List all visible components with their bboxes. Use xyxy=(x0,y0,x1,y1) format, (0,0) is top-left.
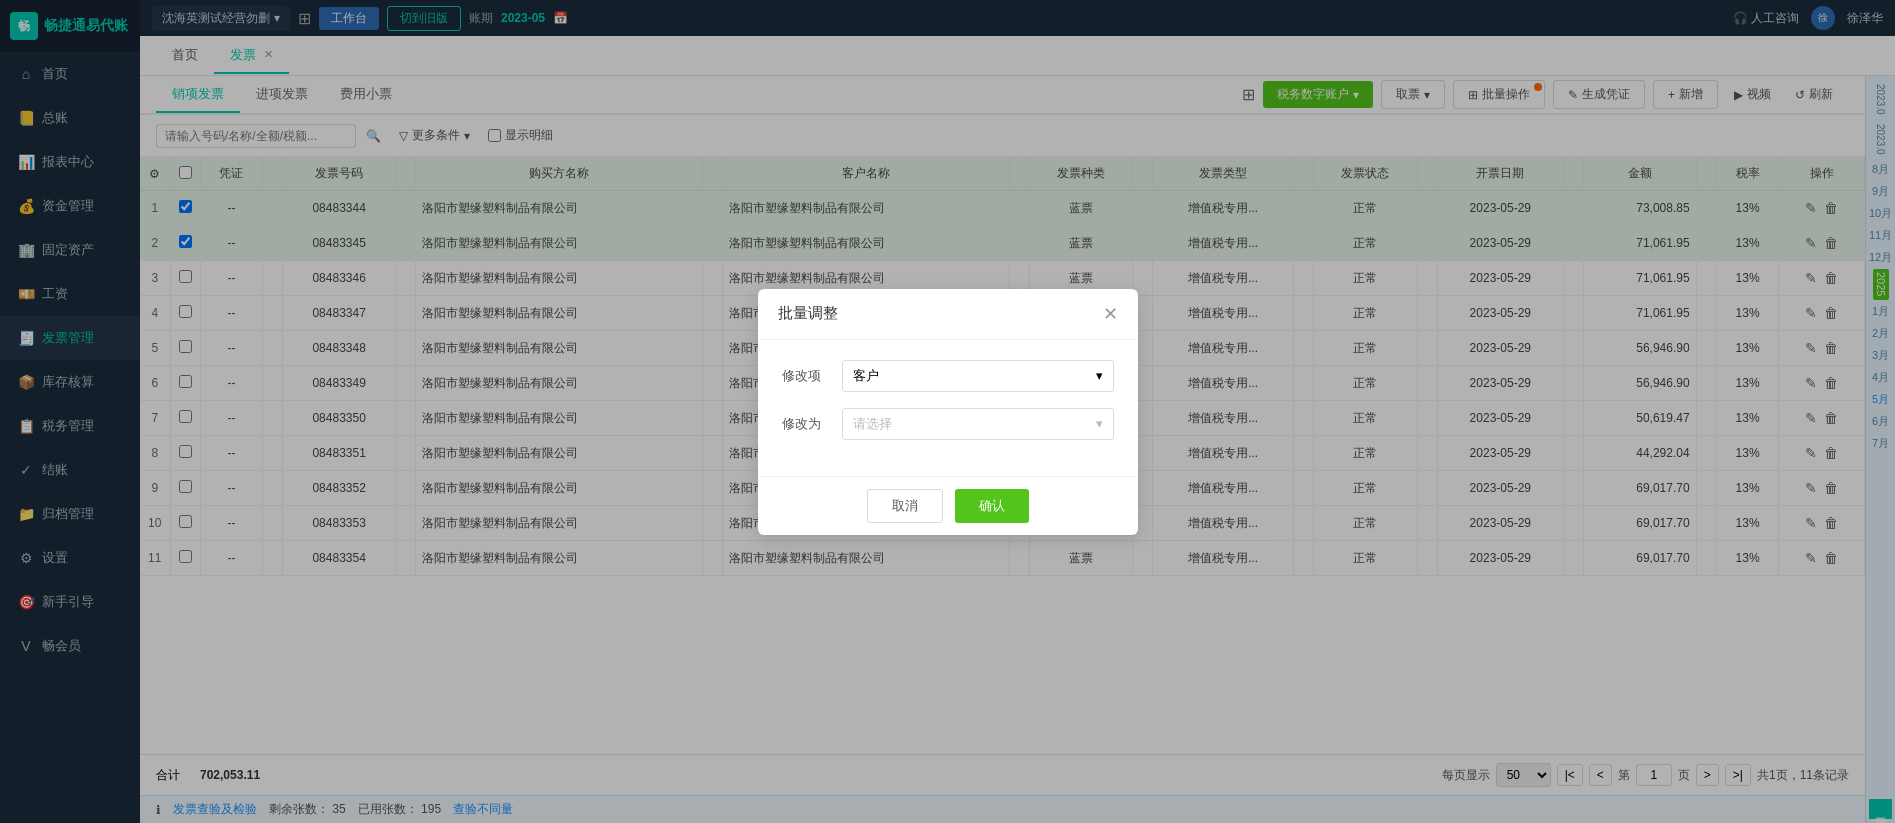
dropdown-chevron-icon2: ▾ xyxy=(1096,416,1103,431)
modify-item-select[interactable]: 客户 ▾ xyxy=(842,360,1114,392)
modify-item-label: 修改项 xyxy=(782,367,842,385)
modify-to-placeholder: 请选择 xyxy=(853,415,892,433)
dropdown-chevron-icon: ▾ xyxy=(1096,368,1103,383)
modal-title: 批量调整 xyxy=(778,304,838,323)
confirm-btn[interactable]: 确认 xyxy=(955,489,1029,523)
modal-body: 修改项 客户 ▾ 修改为 请选择 ▾ xyxy=(758,340,1138,476)
modal-overlay: 批量调整 ✕ 修改项 客户 ▾ 修改为 请选择 ▾ 取消 确认 xyxy=(0,0,1895,823)
batch-adjust-modal: 批量调整 ✕ 修改项 客户 ▾ 修改为 请选择 ▾ 取消 确认 xyxy=(758,289,1138,535)
modify-item-value: 客户 xyxy=(853,367,879,385)
modify-to-select[interactable]: 请选择 ▾ xyxy=(842,408,1114,440)
modify-to-label: 修改为 xyxy=(782,415,842,433)
modal-footer: 取消 确认 xyxy=(758,476,1138,535)
modal-row-item: 修改项 客户 ▾ xyxy=(782,360,1114,392)
modal-header: 批量调整 ✕ xyxy=(758,289,1138,340)
cancel-btn[interactable]: 取消 xyxy=(867,489,943,523)
modal-close-btn[interactable]: ✕ xyxy=(1103,303,1118,325)
modal-row-to: 修改为 请选择 ▾ xyxy=(782,408,1114,440)
